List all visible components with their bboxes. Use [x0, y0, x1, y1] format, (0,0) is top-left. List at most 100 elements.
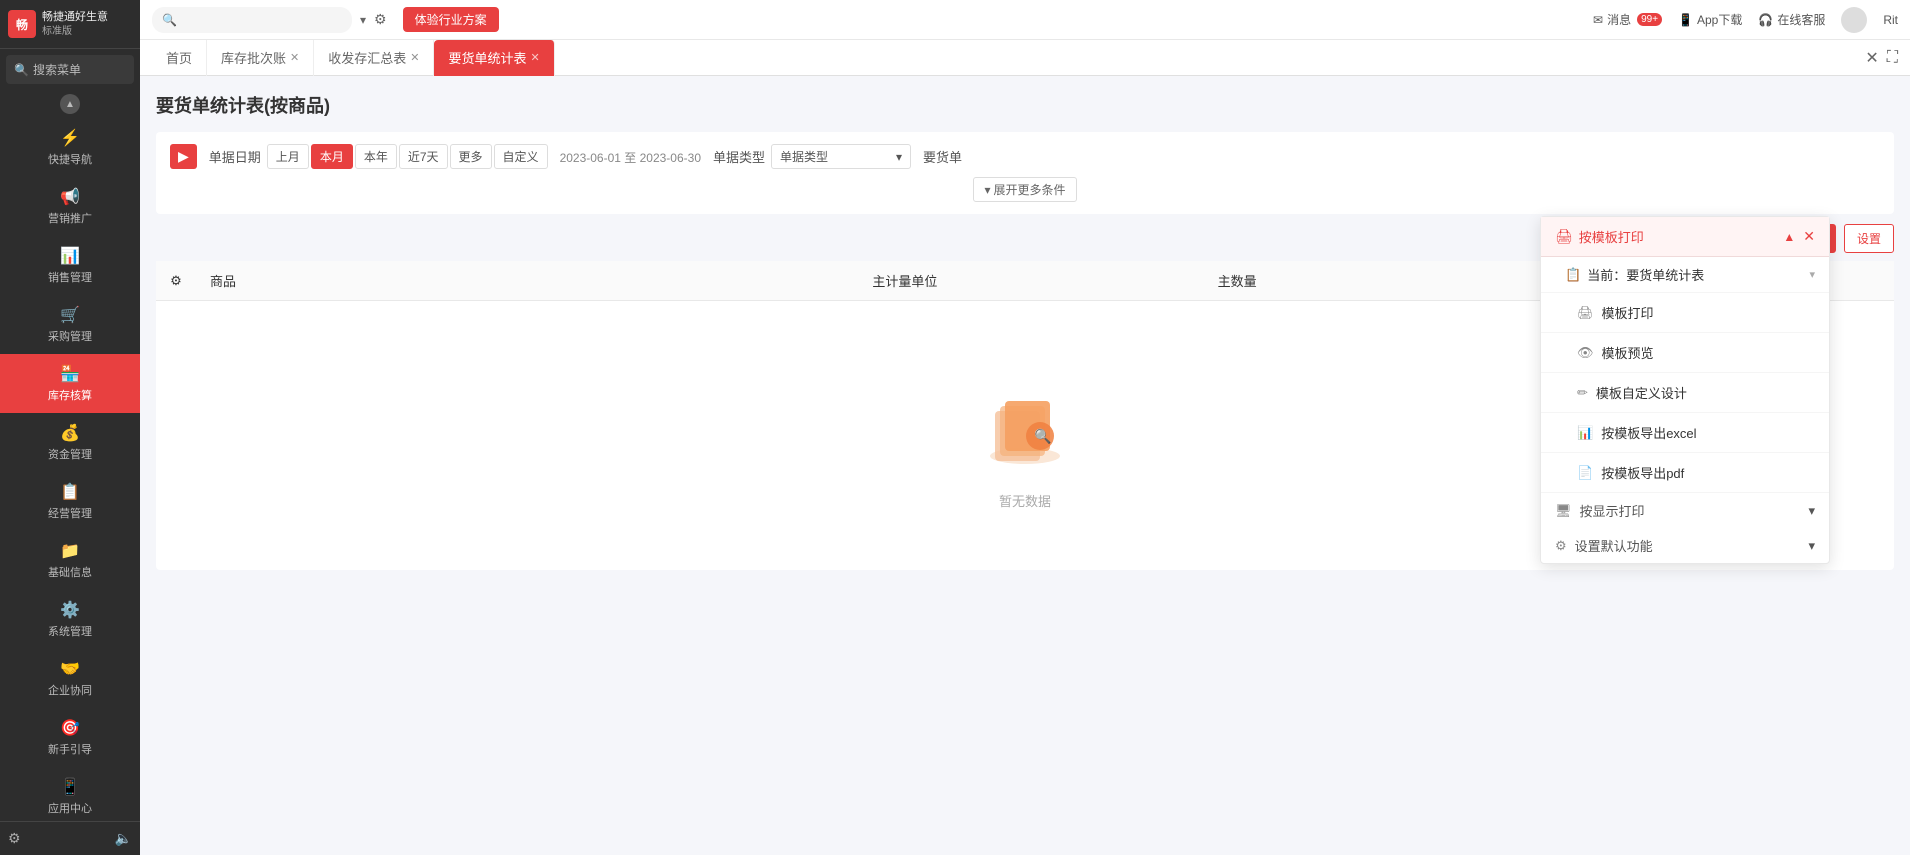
- display-print-section[interactable]: 🖥 按显示打印 ▾: [1541, 493, 1829, 528]
- nav-icon-basic: 📁: [60, 541, 80, 561]
- sidebar-item-purchase[interactable]: 🛒采购管理: [0, 295, 140, 354]
- dropdown-header-actions: ▲ ✕: [1783, 228, 1815, 245]
- export-excel-label: 按模板导出excel: [1601, 423, 1696, 442]
- current-badge-inner: 📋 当前：要货单统计表: [1565, 265, 1704, 284]
- date-filter-label: 单据日期: [209, 147, 261, 166]
- settings-btn[interactable]: 设置: [1844, 224, 1894, 253]
- dropdown-collapse-btn[interactable]: ▲: [1783, 230, 1795, 244]
- sidebar-item-quick-nav[interactable]: ⚡快捷导航: [0, 118, 140, 177]
- message-btn[interactable]: ✉ 消息 99+: [1593, 11, 1662, 28]
- filter-expand-row: ▾ 展开更多条件: [170, 177, 1880, 202]
- sidebar-scroll-up[interactable]: ▲: [60, 94, 80, 114]
- dropdown-item-template-preview[interactable]: 👁 模板预览: [1541, 333, 1829, 373]
- username-label: Rit: [1883, 13, 1898, 27]
- date-btn-7days[interactable]: 近7天: [399, 144, 448, 169]
- dropdown-close-btn[interactable]: ✕: [1803, 228, 1815, 245]
- nav-icon-apps: 📱: [60, 777, 80, 797]
- tab-close-batch-account[interactable]: ✕: [290, 51, 299, 64]
- main-area: 🔍 ▾ ⚙ 体验行业方案 ✉ 消息 99+ 📱 App下载 🎧 在线客服 Rit: [140, 0, 1910, 855]
- display-print-arrow: ▾: [1808, 503, 1815, 519]
- dropdown-item-template-custom[interactable]: ✏ 模板自定义设计: [1541, 373, 1829, 413]
- tabbar-actions: ✕ ⛶: [1865, 48, 1898, 68]
- sidebar-item-system[interactable]: ⚙️系统管理: [0, 590, 140, 649]
- tab-label-order-stats: 要货单统计表: [448, 48, 526, 67]
- export-excel-icon: 📊: [1577, 425, 1593, 441]
- topbar-dropdown[interactable]: ▾: [360, 13, 366, 27]
- sidebar: 畅 畅捷通好生意 标准版 🔍 搜索菜单 ▲ ⚡快捷导航📢营销推广📊销售管理🛒采购…: [0, 0, 140, 855]
- date-btn-prev-month[interactable]: 上月: [267, 144, 309, 169]
- date-btn-more[interactable]: 更多: [450, 144, 492, 169]
- tab-close-btn[interactable]: ✕: [1865, 48, 1878, 68]
- date-range-display: 2023-06-01 至 2023-06-30: [560, 149, 701, 166]
- col-settings[interactable]: ⚙: [156, 273, 196, 289]
- page-title: 要货单统计表(按商品): [156, 92, 1894, 118]
- nav-label-basic: 基础信息: [48, 564, 92, 580]
- trial-btn[interactable]: 体验行业方案: [403, 7, 499, 32]
- export-pdf-label: 按模板导出pdf: [1601, 463, 1684, 482]
- sidebar-item-apps[interactable]: 📱应用中心: [0, 767, 140, 821]
- nav-label-inventory: 库存核算: [48, 387, 92, 403]
- sidebar-search[interactable]: 🔍 搜索菜单: [6, 55, 134, 84]
- type-filter-label: 单据类型: [713, 147, 765, 166]
- dropdown-item-template-print[interactable]: 🖨 模板打印: [1541, 293, 1829, 333]
- audio-footer-btn[interactable]: 🔈: [115, 830, 132, 847]
- date-btn-this-year[interactable]: 本年: [355, 144, 397, 169]
- app-download-label: App下载: [1697, 11, 1742, 28]
- export-pdf-icon: 📄: [1577, 465, 1593, 481]
- message-badge: 99+: [1637, 13, 1662, 26]
- tab-close-receipt-summary[interactable]: ✕: [410, 51, 419, 64]
- topbar-dropdown-chevron: ▾: [360, 13, 366, 27]
- sidebar-item-operations[interactable]: 📋经营管理: [0, 472, 140, 531]
- dropdown-item-export-pdf[interactable]: 📄 按模板导出pdf: [1541, 453, 1829, 493]
- nav-label-purchase: 采购管理: [48, 328, 92, 344]
- tab-expand-btn[interactable]: ⛶: [1887, 49, 1898, 67]
- topbar-search-bar[interactable]: 🔍: [152, 7, 352, 33]
- search-icon: 🔍: [14, 63, 29, 77]
- current-item-arrow: ▾: [1809, 268, 1815, 281]
- nav-label-finance: 资金管理: [48, 446, 92, 462]
- online-service-btn[interactable]: 🎧 在线客服: [1758, 11, 1825, 28]
- sidebar-item-guide[interactable]: 🎯新手引导: [0, 708, 140, 767]
- sidebar-logo: 畅 畅捷通好生意 标准版: [0, 0, 140, 49]
- tab-batch-account[interactable]: 库存批次账 ✕: [207, 40, 314, 76]
- sidebar-footer: ⚙ 🔈: [0, 821, 140, 855]
- headset-icon: 🎧: [1758, 13, 1773, 27]
- date-btn-group: 上月 本月 本年 近7天 更多 自定义: [267, 144, 548, 169]
- sidebar-item-sales[interactable]: 📊销售管理: [0, 236, 140, 295]
- type-filter-select[interactable]: 单据类型 ▾: [771, 144, 911, 169]
- tab-home[interactable]: 首页: [152, 40, 207, 76]
- sidebar-item-inventory[interactable]: 🏪库存核算: [0, 354, 140, 413]
- app-download-btn[interactable]: 📱 App下载: [1678, 11, 1742, 28]
- set-default-icon: ⚙: [1555, 538, 1567, 554]
- tab-close-order-stats[interactable]: ✕: [531, 51, 540, 64]
- filter-expand-btn[interactable]: ▾ 展开更多条件: [973, 177, 1076, 202]
- app-download-icon: 📱: [1678, 13, 1693, 27]
- date-btn-this-month[interactable]: 本月: [311, 144, 353, 169]
- sidebar-item-basic[interactable]: 📁 基础信息: [0, 531, 140, 590]
- current-item-icon: 📋: [1565, 267, 1581, 283]
- dropdown-item-export-excel[interactable]: 📊 按模板导出excel: [1541, 413, 1829, 453]
- tab-receipt-summary[interactable]: 收发存汇总表 ✕: [314, 40, 434, 76]
- topbar: 🔍 ▾ ⚙ 体验行业方案 ✉ 消息 99+ 📱 App下载 🎧 在线客服 Rit: [140, 0, 1910, 40]
- nav-icon-marketing: 📢: [60, 187, 80, 207]
- app-logo-icon: 畅: [8, 10, 36, 38]
- topbar-gear-icon[interactable]: ⚙: [374, 11, 387, 28]
- display-print-icon: 🖥: [1555, 503, 1572, 519]
- sidebar-item-cooperation[interactable]: 🤝企业协同: [0, 649, 140, 708]
- nav-icon-operations: 📋: [60, 482, 80, 502]
- nav-label-sales: 销售管理: [48, 269, 92, 285]
- set-default-section[interactable]: ⚙ 设置默认功能 ▾: [1541, 528, 1829, 563]
- sidebar-item-finance[interactable]: 💰资金管理: [0, 413, 140, 472]
- settings-footer-btn[interactable]: ⚙: [8, 830, 21, 847]
- sidebar-item-marketing[interactable]: 📢营销推广: [0, 177, 140, 236]
- template-preview-icon: 👁: [1577, 345, 1594, 361]
- filter-left-btn[interactable]: ▶: [170, 144, 197, 169]
- date-btn-custom[interactable]: 自定义: [494, 144, 548, 169]
- template-print-icon: 🖨: [1577, 305, 1594, 321]
- user-avatar[interactable]: [1841, 7, 1867, 33]
- current-item-label: 当前：要货单统计表: [1587, 265, 1704, 284]
- date-filter-item: 单据日期 上月 本月 本年 近7天 更多 自定义: [209, 144, 548, 169]
- message-label: 消息: [1607, 11, 1631, 28]
- empty-illustration: 🔍: [975, 381, 1075, 481]
- tab-order-stats[interactable]: 要货单统计表 ✕: [434, 40, 554, 76]
